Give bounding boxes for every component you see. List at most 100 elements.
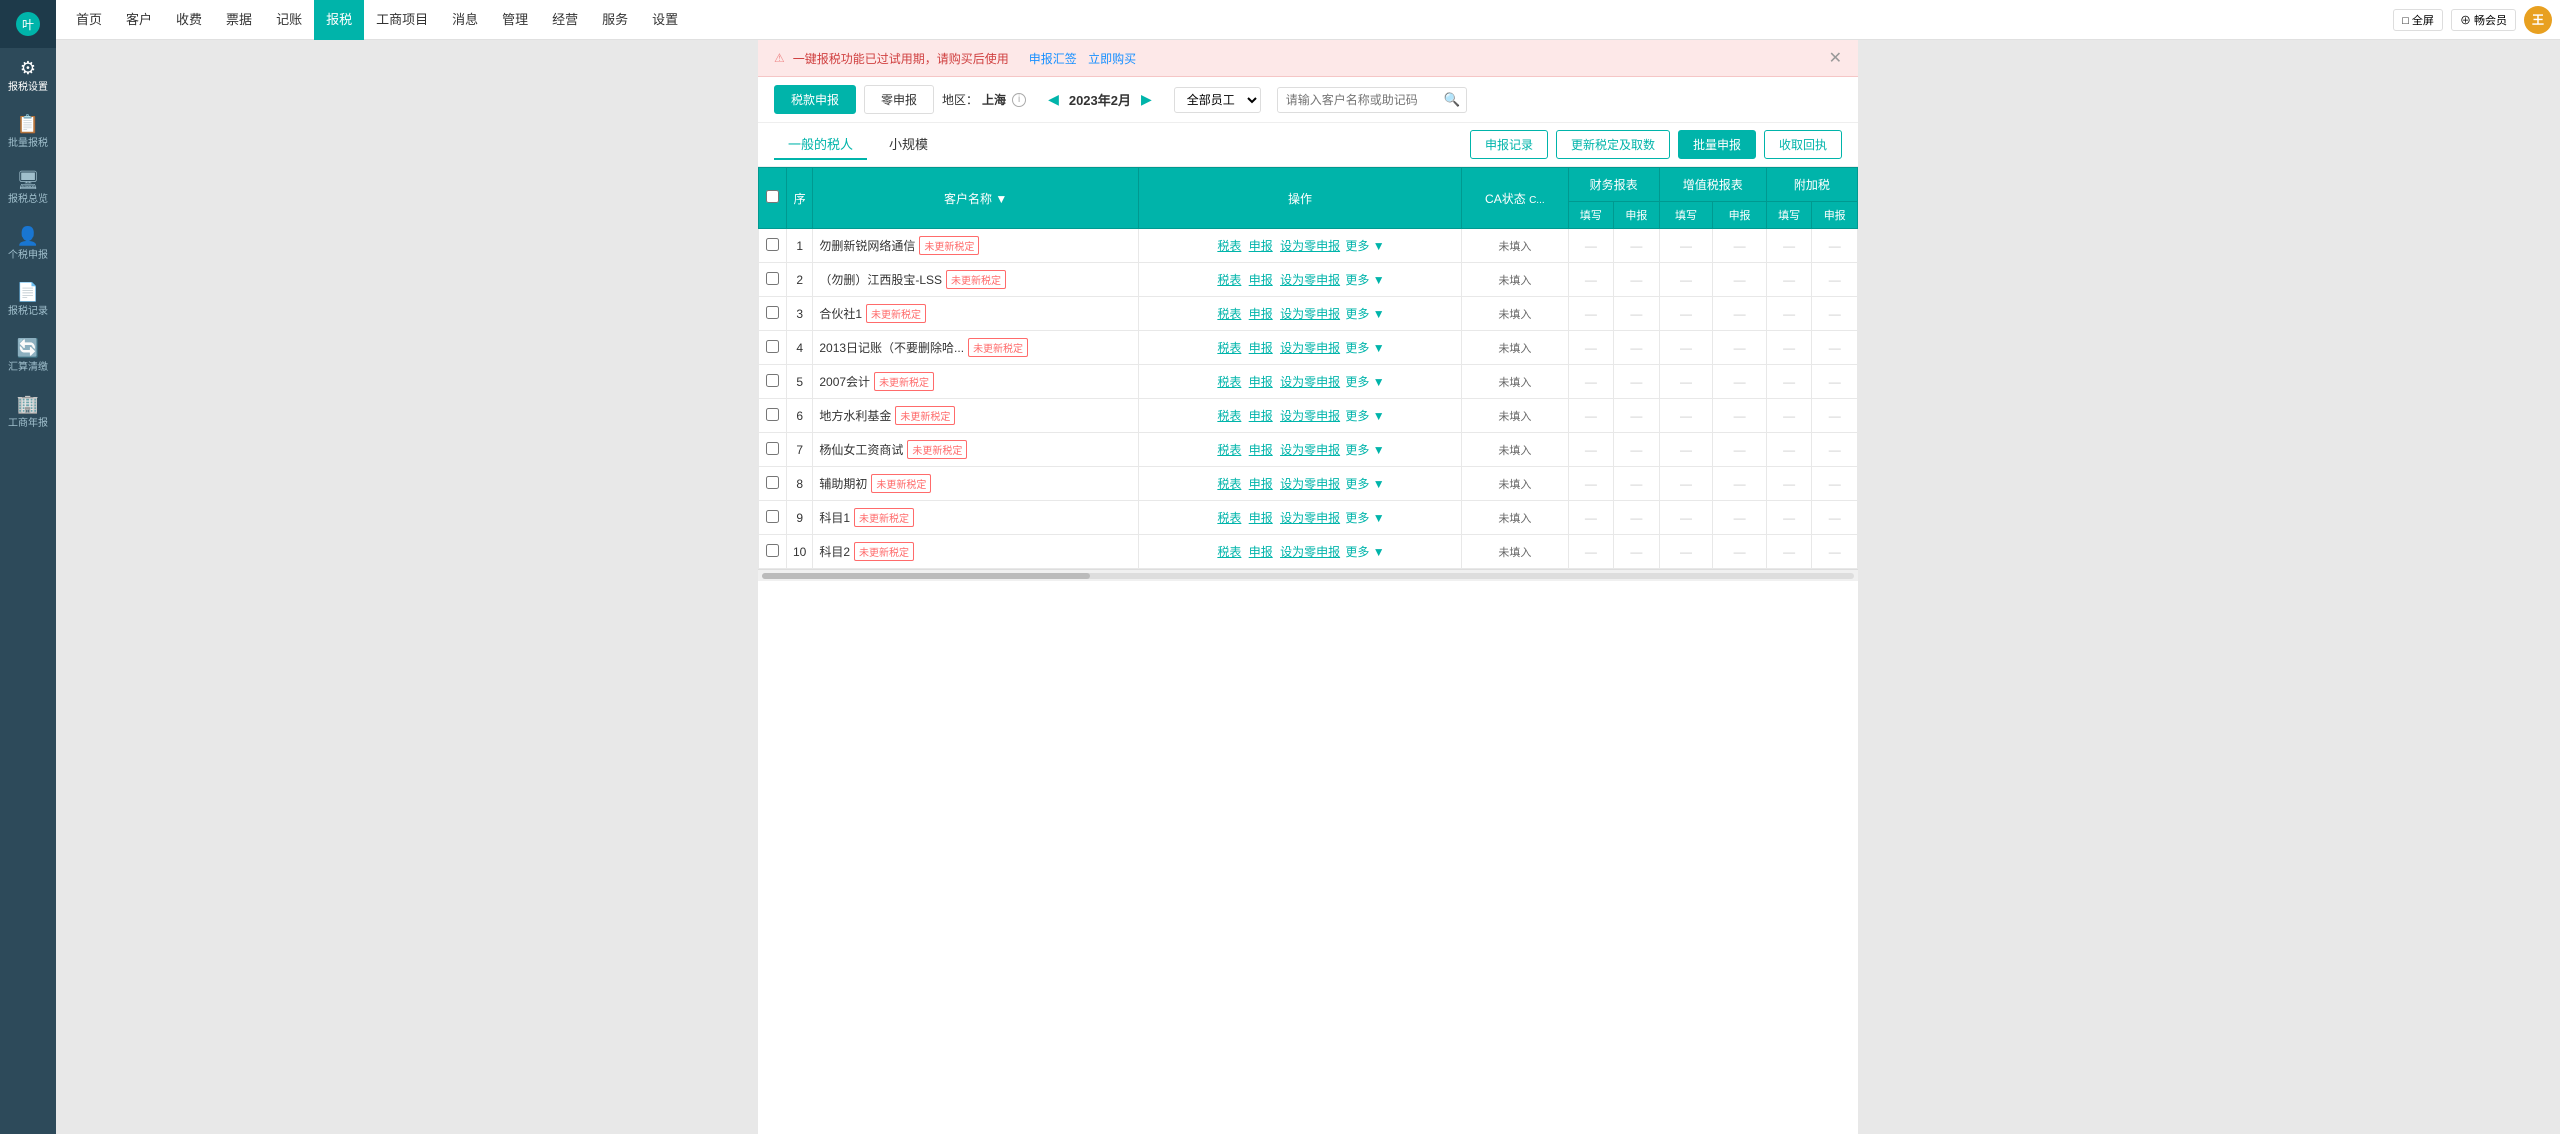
op-more[interactable]: 更多 ▼ [1345, 443, 1384, 457]
op-zerodeclare[interactable]: 设为零申报 [1280, 375, 1340, 389]
search-input[interactable] [1278, 89, 1438, 111]
row-col-1: — [1614, 399, 1660, 433]
info-icon[interactable]: i [1012, 93, 1026, 107]
row-col-2: — [1659, 297, 1713, 331]
tab-taxdeclaration[interactable]: 税款申报 [774, 85, 856, 114]
nav-guanli[interactable]: 管理 [490, 0, 540, 40]
op-declare[interactable]: 申报 [1249, 511, 1273, 525]
row-checkbox[interactable] [766, 340, 779, 353]
op-zerodeclare[interactable]: 设为零申报 [1280, 443, 1340, 457]
op-more[interactable]: 更多 ▼ [1345, 375, 1384, 389]
row-checkbox[interactable] [766, 238, 779, 251]
tag-unconfirmed: 未更新税定 [854, 542, 914, 561]
sidebar-item-piliangshuibao[interactable]: 📋 批量报税 [0, 104, 56, 160]
op-zerodeclare[interactable]: 设为零申报 [1280, 239, 1340, 253]
op-zerodeclare[interactable]: 设为零申报 [1280, 409, 1340, 423]
row-checkbox[interactable] [766, 306, 779, 319]
op-declare[interactable]: 申报 [1249, 375, 1273, 389]
nav-gongshang[interactable]: 工商项目 [364, 0, 440, 40]
row-checkbox[interactable] [766, 442, 779, 455]
sidebar-item-baoshuijilu[interactable]: 📄 报税记录 [0, 272, 56, 328]
alert-close-button[interactable]: ✕ [1829, 48, 1842, 68]
scrollbar-track[interactable] [762, 573, 1854, 579]
nav-piaoju[interactable]: 票据 [214, 0, 264, 40]
shouhui-button[interactable]: 收取回执 [1764, 130, 1842, 159]
search-button[interactable]: 🔍 [1438, 88, 1467, 112]
op-taxform[interactable]: 税表 [1217, 239, 1241, 253]
nav-kehu[interactable]: 客户 [114, 0, 164, 40]
op-taxform[interactable]: 税表 [1217, 511, 1241, 525]
op-more[interactable]: 更多 ▼ [1345, 307, 1384, 321]
op-zerodeclare[interactable]: 设为零申报 [1280, 273, 1340, 287]
row-checkbox[interactable] [766, 374, 779, 387]
personal-tax-icon: 👤 [17, 226, 39, 247]
nav-shoufei[interactable]: 收费 [164, 0, 214, 40]
alert-link-shenbaohui[interactable]: 申报汇签 [1029, 52, 1077, 66]
member-button[interactable]: ⊕ 畅会员 [2451, 9, 2516, 31]
op-taxform[interactable]: 税表 [1217, 409, 1241, 423]
period-prev-button[interactable]: ◀ [1042, 89, 1065, 110]
nav-xiaoxi[interactable]: 消息 [440, 0, 490, 40]
row-col-0: — [1568, 467, 1614, 501]
op-more[interactable]: 更多 ▼ [1345, 341, 1384, 355]
dept-select[interactable]: 全部员工 [1174, 87, 1261, 113]
nav-fuwu[interactable]: 服务 [590, 0, 640, 40]
nav-jingying[interactable]: 经营 [540, 0, 590, 40]
op-taxform[interactable]: 税表 [1217, 375, 1241, 389]
op-declare[interactable]: 申报 [1249, 545, 1273, 559]
nav-shouye[interactable]: 首页 [64, 0, 114, 40]
op-declare[interactable]: 申报 [1249, 341, 1273, 355]
row-checkbox[interactable] [766, 272, 779, 285]
sidebar-item-baoshuishezhi[interactable]: ⚙ 报税设置 [0, 48, 56, 104]
op-more[interactable]: 更多 ▼ [1345, 545, 1384, 559]
op-declare[interactable]: 申报 [1249, 307, 1273, 321]
op-taxform[interactable]: 税表 [1217, 545, 1241, 559]
op-declare[interactable]: 申报 [1249, 273, 1273, 287]
fullscreen-button[interactable]: □ 全屏 [2393, 9, 2443, 31]
action-bar: 一般的税人 小规模 申报记录 更新税定及取数 批量申报 收取回执 [758, 123, 1858, 167]
op-zerodeclare[interactable]: 设为零申报 [1280, 545, 1340, 559]
nav-zhangbao[interactable]: 记账 [264, 0, 314, 40]
row-checkbox[interactable] [766, 408, 779, 421]
op-taxform[interactable]: 税表 [1217, 443, 1241, 457]
th-fill2: 填写 [1659, 202, 1713, 229]
th-declare3: 申报 [1812, 202, 1858, 229]
select-all-checkbox[interactable] [766, 190, 779, 203]
subtab-xiaogui[interactable]: 小规模 [875, 129, 942, 160]
op-zerodeclare[interactable]: 设为零申报 [1280, 341, 1340, 355]
op-taxform[interactable]: 税表 [1217, 307, 1241, 321]
op-declare[interactable]: 申报 [1249, 239, 1273, 253]
op-declare[interactable]: 申报 [1249, 409, 1273, 423]
op-more[interactable]: 更多 ▼ [1345, 409, 1384, 423]
sidebar-item-geshenbaoshu[interactable]: 👤 个税申报 [0, 216, 56, 272]
period-next-button[interactable]: ▶ [1135, 89, 1158, 110]
op-taxform[interactable]: 税表 [1217, 477, 1241, 491]
alert-link-lijigoumai[interactable]: 立即购买 [1088, 52, 1136, 66]
sidebar-item-gongshangnianba[interactable]: 🏢 工商年报 [0, 384, 56, 440]
op-taxform[interactable]: 税表 [1217, 273, 1241, 287]
row-checkbox[interactable] [766, 510, 779, 523]
op-taxform[interactable]: 税表 [1217, 341, 1241, 355]
op-declare[interactable]: 申报 [1249, 477, 1273, 491]
op-declare[interactable]: 申报 [1249, 443, 1273, 457]
shenbaojilu-button[interactable]: 申报记录 [1470, 130, 1548, 159]
row-checkbox[interactable] [766, 476, 779, 489]
row-client-name: 勿删新锐网络通信未更新税定 [813, 229, 1139, 263]
nav-baoshu[interactable]: 报税 [314, 0, 364, 40]
subtab-yiban[interactable]: 一般的税人 [774, 129, 867, 160]
op-more[interactable]: 更多 ▼ [1345, 273, 1384, 287]
row-checkbox[interactable] [766, 544, 779, 557]
row-ca-status: 未填入 [1462, 501, 1569, 535]
piliangshenbao-button[interactable]: 批量申报 [1678, 130, 1756, 159]
op-more[interactable]: 更多 ▼ [1345, 511, 1384, 525]
op-more[interactable]: 更多 ▼ [1345, 239, 1384, 253]
genxin-button[interactable]: 更新税定及取数 [1556, 130, 1670, 159]
op-zerodeclare[interactable]: 设为零申报 [1280, 307, 1340, 321]
op-zerodeclare[interactable]: 设为零申报 [1280, 477, 1340, 491]
tab-zeroreport[interactable]: 零申报 [864, 85, 934, 114]
sidebar-item-baoshuizonglan[interactable]: 🖥 报税总览 [0, 160, 56, 216]
op-zerodeclare[interactable]: 设为零申报 [1280, 511, 1340, 525]
sidebar-item-jisuanqingchu[interactable]: 🔄 汇算清缴 [0, 328, 56, 384]
nav-shezhi[interactable]: 设置 [640, 0, 690, 40]
op-more[interactable]: 更多 ▼ [1345, 477, 1384, 491]
